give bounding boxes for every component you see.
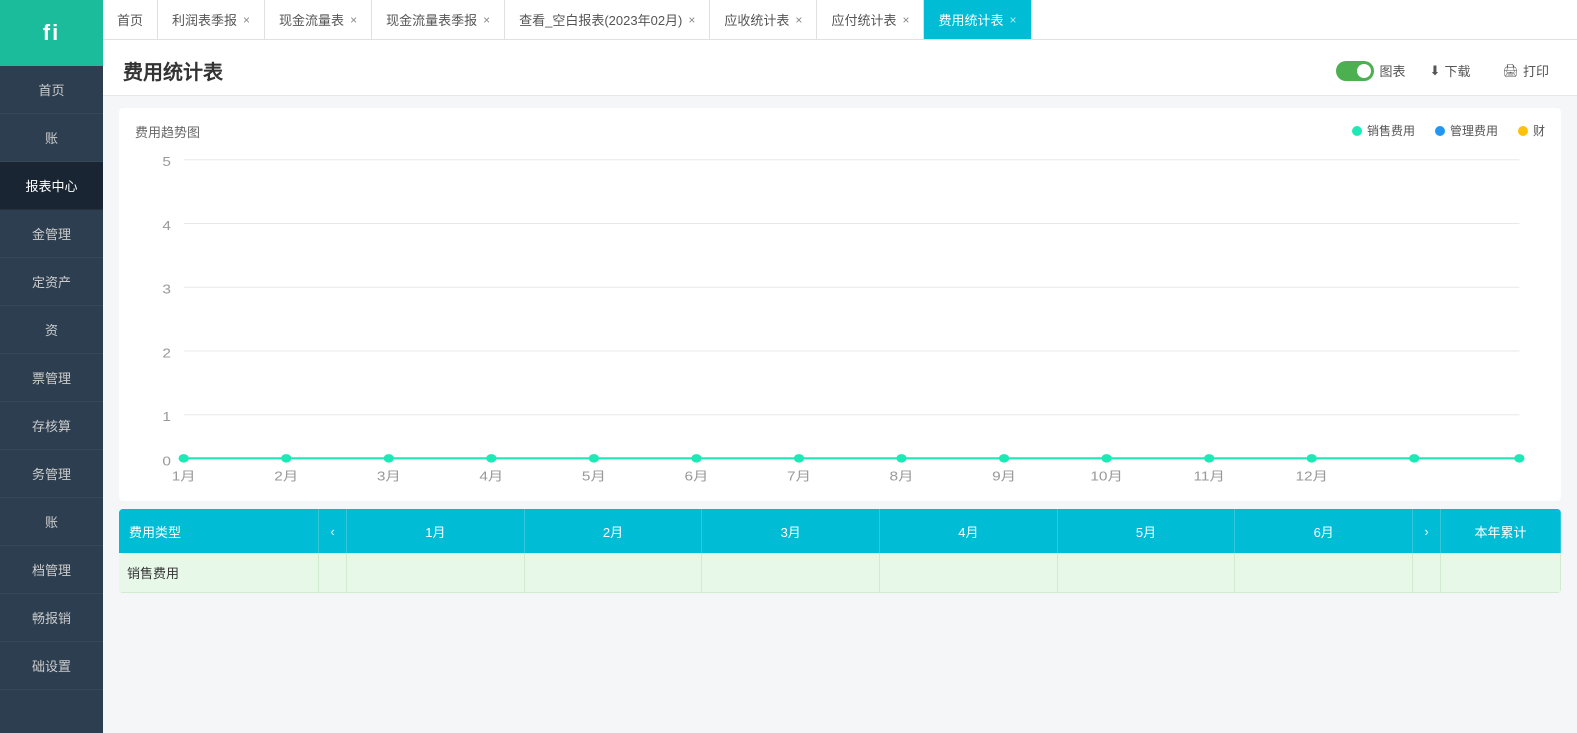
print-button[interactable]: 🖨 打印 xyxy=(1494,57,1557,84)
svg-text:5: 5 xyxy=(162,154,171,168)
svg-text:7月: 7月 xyxy=(787,469,811,483)
close-tab-receivable[interactable]: × xyxy=(795,13,802,27)
sidebar-item-archives[interactable]: 档管理 xyxy=(0,546,103,594)
main-content: 首页 利润表季报 × 现金流量表 × 现金流量表季报 × 查看_空白报表(202… xyxy=(103,0,1577,733)
tab-blank-report[interactable]: 查看_空白报表(2023年02月) × xyxy=(505,0,710,39)
chart-title: 费用趋势图 xyxy=(135,122,200,141)
th-month-2: 2月 xyxy=(525,509,703,553)
tab-expense[interactable]: 费用统计表 × xyxy=(924,0,1031,39)
th-month-3: 3月 xyxy=(702,509,880,553)
svg-text:5月: 5月 xyxy=(582,469,606,483)
th-month-6: 6月 xyxy=(1235,509,1413,553)
chart-legend: 销售费用 管理费用 财 xyxy=(1352,122,1545,139)
svg-text:9月: 9月 xyxy=(992,469,1016,483)
td-m4 xyxy=(880,553,1058,592)
download-icon: ⬇ xyxy=(1430,63,1441,79)
td-arrow-right xyxy=(1413,553,1441,592)
sidebar-logo: fi xyxy=(0,0,103,66)
svg-text:12月: 12月 xyxy=(1295,469,1327,483)
td-m2 xyxy=(525,553,703,592)
chart-toggle-label: 图表 xyxy=(1336,61,1406,81)
page-content: 费用统计表 图表 ⬇ 下载 🖨 打印 费用趋势图 xyxy=(103,40,1577,733)
svg-text:1: 1 xyxy=(162,409,171,423)
close-tab-cashflow[interactable]: × xyxy=(350,13,357,27)
svg-text:11月: 11月 xyxy=(1194,469,1225,483)
legend-finance: 财 xyxy=(1518,122,1545,139)
page-header: 费用统计表 图表 ⬇ 下载 🖨 打印 xyxy=(103,40,1577,96)
tab-payable[interactable]: 应付统计表 × xyxy=(817,0,924,39)
th-month-5: 5月 xyxy=(1058,509,1236,553)
sidebar-item-expense[interactable]: 畅报销 xyxy=(0,594,103,642)
sidebar-item-account[interactable]: 账 xyxy=(0,114,103,162)
td-type: 销售费用 xyxy=(119,553,319,592)
td-m1 xyxy=(347,553,525,592)
svg-text:3: 3 xyxy=(162,282,171,296)
close-tab-profit-quarterly[interactable]: × xyxy=(243,13,250,27)
chart-area: 5 4 3 2 1 0 xyxy=(135,147,1545,487)
sidebar-item-services[interactable]: 务管理 xyxy=(0,450,103,498)
svg-text:2月: 2月 xyxy=(274,469,298,483)
line-chart-svg: 5 4 3 2 1 0 xyxy=(135,147,1545,487)
td-m6 xyxy=(1235,553,1413,592)
th-arrow-left[interactable]: ‹ xyxy=(319,509,347,553)
td-m3 xyxy=(702,553,880,592)
sidebar-item-assets[interactable]: 定资产 xyxy=(0,258,103,306)
sidebar-item-settings[interactable]: 础设置 xyxy=(0,642,103,690)
th-type: 费用类型 xyxy=(119,509,319,553)
tab-bar: 首页 利润表季报 × 现金流量表 × 现金流量表季报 × 查看_空白报表(202… xyxy=(103,0,1577,40)
close-tab-payable[interactable]: × xyxy=(902,13,909,27)
td-m5 xyxy=(1058,553,1236,592)
sidebar-item-ledger[interactable]: 账 xyxy=(0,498,103,546)
sidebar-item-finance[interactable]: 金管理 xyxy=(0,210,103,258)
th-month-4: 4月 xyxy=(880,509,1058,553)
th-arrow-right[interactable]: › xyxy=(1413,509,1441,553)
legend-dot-sales xyxy=(1352,126,1362,136)
chart-toggle[interactable] xyxy=(1336,61,1374,81)
legend-admin: 管理费用 xyxy=(1435,122,1498,139)
tab-receivable[interactable]: 应收统计表 × xyxy=(710,0,817,39)
th-total: 本年累计 xyxy=(1441,509,1561,553)
chart-container: 费用趋势图 销售费用 管理费用 财 xyxy=(119,108,1561,501)
svg-text:6月: 6月 xyxy=(684,469,708,483)
svg-text:4: 4 xyxy=(162,218,171,232)
sidebar-item-reports[interactable]: 报表中心 xyxy=(0,162,103,210)
sidebar-item-inventory[interactable]: 存核算 xyxy=(0,402,103,450)
print-icon: 🖨 xyxy=(1502,63,1519,79)
tab-cashflow-quarterly[interactable]: 现金流量表季报 × xyxy=(372,0,505,39)
data-table: 费用类型 ‹ 1月 2月 3月 4月 5月 xyxy=(119,509,1561,593)
close-tab-expense[interactable]: × xyxy=(1009,13,1016,27)
svg-text:8月: 8月 xyxy=(890,469,914,483)
tab-profit-quarterly[interactable]: 利润表季报 × xyxy=(158,0,265,39)
close-tab-cashflow-quarterly[interactable]: × xyxy=(483,13,490,27)
header-actions: 图表 ⬇ 下载 🖨 打印 xyxy=(1336,57,1557,84)
close-tab-blank-report[interactable]: × xyxy=(688,13,695,27)
legend-dot-finance xyxy=(1518,126,1528,136)
td-arrow-left xyxy=(319,553,347,592)
td-total xyxy=(1441,553,1561,592)
legend-dot-admin xyxy=(1435,126,1445,136)
th-month-1: 1月 xyxy=(347,509,525,553)
svg-text:10月: 10月 xyxy=(1090,469,1122,483)
svg-text:1月: 1月 xyxy=(172,469,196,483)
tab-home[interactable]: 首页 xyxy=(103,0,158,39)
download-button[interactable]: ⬇ 下载 xyxy=(1422,57,1479,84)
page-title: 费用统计表 xyxy=(123,56,223,85)
svg-text:3月: 3月 xyxy=(377,469,401,483)
sidebar-item-tickets[interactable]: 票管理 xyxy=(0,354,103,402)
table-row: 销售费用 xyxy=(119,553,1561,593)
sidebar-item-home[interactable]: 首页 xyxy=(0,66,103,114)
table-header: 费用类型 ‹ 1月 2月 3月 4月 5月 xyxy=(119,509,1561,553)
sidebar-item-capital[interactable]: 资 xyxy=(0,306,103,354)
legend-sales: 销售费用 xyxy=(1352,122,1415,139)
svg-text:2: 2 xyxy=(162,346,171,360)
svg-text:0: 0 xyxy=(162,454,171,468)
svg-text:4月: 4月 xyxy=(479,469,503,483)
sidebar: fi 首页 账 报表中心 金管理 定资产 资 票管理 存核算 务管理 账 档管理… xyxy=(0,0,103,733)
tab-cashflow[interactable]: 现金流量表 × xyxy=(265,0,372,39)
